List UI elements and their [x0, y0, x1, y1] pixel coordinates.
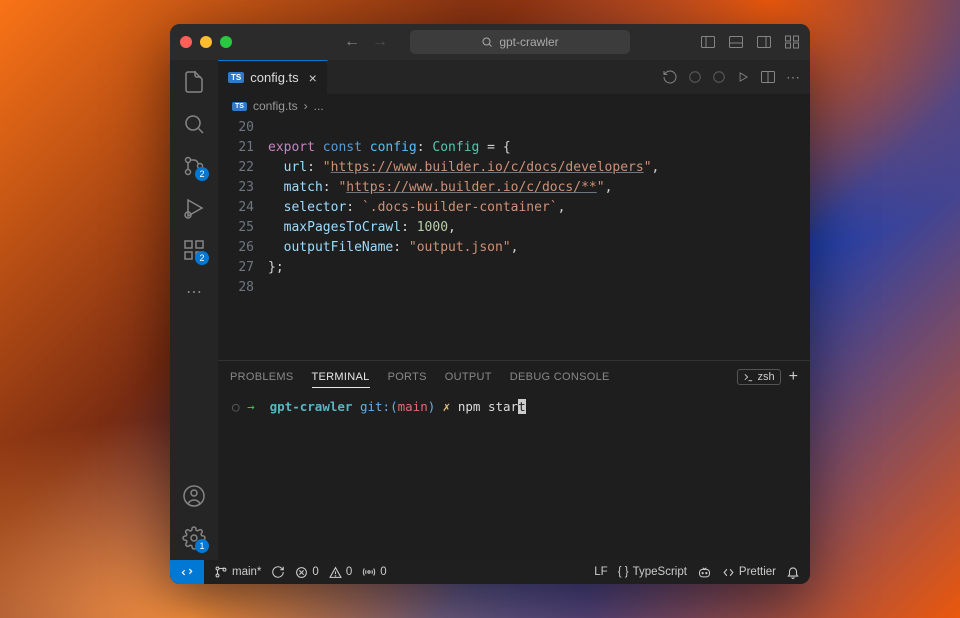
status-eol[interactable]: LF	[594, 566, 607, 578]
tab-ports[interactable]: PORTS	[388, 367, 427, 387]
terminal-icon	[743, 372, 754, 383]
reload-icon[interactable]	[662, 69, 678, 85]
run-debug-icon[interactable]	[182, 196, 206, 220]
status-errors[interactable]: 0	[295, 566, 318, 579]
activity-bar: 2 2 ⋯ 1	[170, 60, 218, 560]
command-center[interactable]: gpt-crawler	[410, 30, 630, 54]
breadcrumb-rest: ...	[314, 99, 324, 113]
settings-badge: 1	[195, 539, 209, 553]
settings-gear-icon[interactable]: 1	[182, 526, 206, 550]
more-actions-icon[interactable]: ⋯	[786, 69, 800, 86]
status-warnings[interactable]: 0	[329, 566, 352, 579]
new-terminal-icon[interactable]: +	[789, 368, 798, 386]
toggle-panel-icon[interactable]	[728, 34, 744, 50]
search-panel-icon[interactable]	[182, 112, 206, 136]
status-bar: main* 0 0 0 LF { } TypeScript Prettier	[170, 560, 810, 584]
nav-back-icon[interactable]: ←	[340, 31, 364, 53]
panel-tabs: PROBLEMS TERMINAL PORTS OUTPUT DEBUG CON…	[218, 361, 810, 393]
more-icon[interactable]: ⋯	[182, 280, 206, 304]
close-window[interactable]	[180, 36, 192, 48]
prompt-marker: ○	[232, 399, 240, 414]
status-copilot-icon[interactable]	[697, 565, 712, 580]
status-branch[interactable]: main*	[214, 565, 261, 579]
code-content[interactable]: export const config: Config = { url: "ht…	[268, 118, 810, 360]
tab-config-ts[interactable]: TS config.ts ×	[218, 60, 328, 94]
typescript-icon: TS	[228, 72, 244, 83]
terminal-dir: gpt-crawler	[270, 399, 353, 414]
maximize-window[interactable]	[220, 36, 232, 48]
terminal-cursor: t	[518, 399, 526, 414]
explorer-icon[interactable]	[182, 70, 206, 94]
titlebar: ← → gpt-crawler	[170, 24, 810, 60]
diff-next-icon[interactable]	[712, 70, 726, 84]
editor-tabs: TS config.ts × ⋯	[218, 60, 810, 94]
tab-output[interactable]: OUTPUT	[445, 367, 492, 387]
breadcrumbs[interactable]: TS config.ts › ...	[218, 94, 810, 118]
terminal-shell-selector[interactable]: zsh	[737, 369, 781, 385]
extensions-badge: 2	[195, 251, 209, 265]
status-radio[interactable]: 0	[362, 565, 386, 579]
minimize-window[interactable]	[200, 36, 212, 48]
search-text: gpt-crawler	[499, 35, 558, 49]
status-sync[interactable]	[271, 565, 285, 579]
tab-label: config.ts	[250, 70, 298, 85]
layout-controls	[700, 34, 800, 50]
line-numbers: 202122232425262728	[218, 118, 268, 360]
nav-arrows: ← →	[340, 31, 392, 53]
bottom-panel: PROBLEMS TERMINAL PORTS OUTPUT DEBUG CON…	[218, 360, 810, 560]
scm-badge: 2	[195, 167, 209, 181]
tab-debug-console[interactable]: DEBUG CONSOLE	[510, 367, 610, 387]
terminal-branch: main	[398, 399, 428, 414]
status-language[interactable]: { } TypeScript	[618, 566, 687, 578]
terminal-content[interactable]: ○ → gpt-crawler git:(main) ✗ npm start	[218, 393, 810, 560]
remote-indicator[interactable]	[170, 560, 204, 584]
toggle-secondary-icon[interactable]	[756, 34, 772, 50]
breadcrumb-file: config.ts	[253, 99, 298, 113]
toggle-sidebar-icon[interactable]	[700, 34, 716, 50]
search-icon	[481, 36, 493, 48]
tab-problems[interactable]: PROBLEMS	[230, 367, 294, 387]
code-editor[interactable]: 202122232425262728 export const config: …	[218, 118, 810, 360]
status-prettier[interactable]: Prettier	[722, 566, 776, 579]
run-icon[interactable]	[736, 70, 750, 84]
accounts-icon[interactable]	[182, 484, 206, 508]
terminal-command: npm star	[458, 399, 518, 414]
customize-layout-icon[interactable]	[784, 34, 800, 50]
terminal-git-label: git:	[360, 399, 390, 414]
nav-forward-icon: →	[368, 31, 392, 53]
editor-actions: ⋯	[652, 60, 810, 94]
editor-group: TS config.ts × ⋯ TS config.ts › ...	[218, 60, 810, 560]
vscode-window: ← → gpt-crawler 2	[170, 24, 810, 584]
source-control-icon[interactable]: 2	[182, 154, 206, 178]
close-tab-icon[interactable]: ×	[309, 70, 317, 86]
window-controls	[180, 36, 232, 48]
typescript-icon: TS	[232, 102, 247, 111]
extensions-icon[interactable]: 2	[182, 238, 206, 262]
tab-terminal[interactable]: TERMINAL	[312, 367, 370, 388]
split-editor-icon[interactable]	[760, 69, 776, 85]
status-bell-icon[interactable]	[786, 565, 800, 579]
diff-prev-icon[interactable]	[688, 70, 702, 84]
